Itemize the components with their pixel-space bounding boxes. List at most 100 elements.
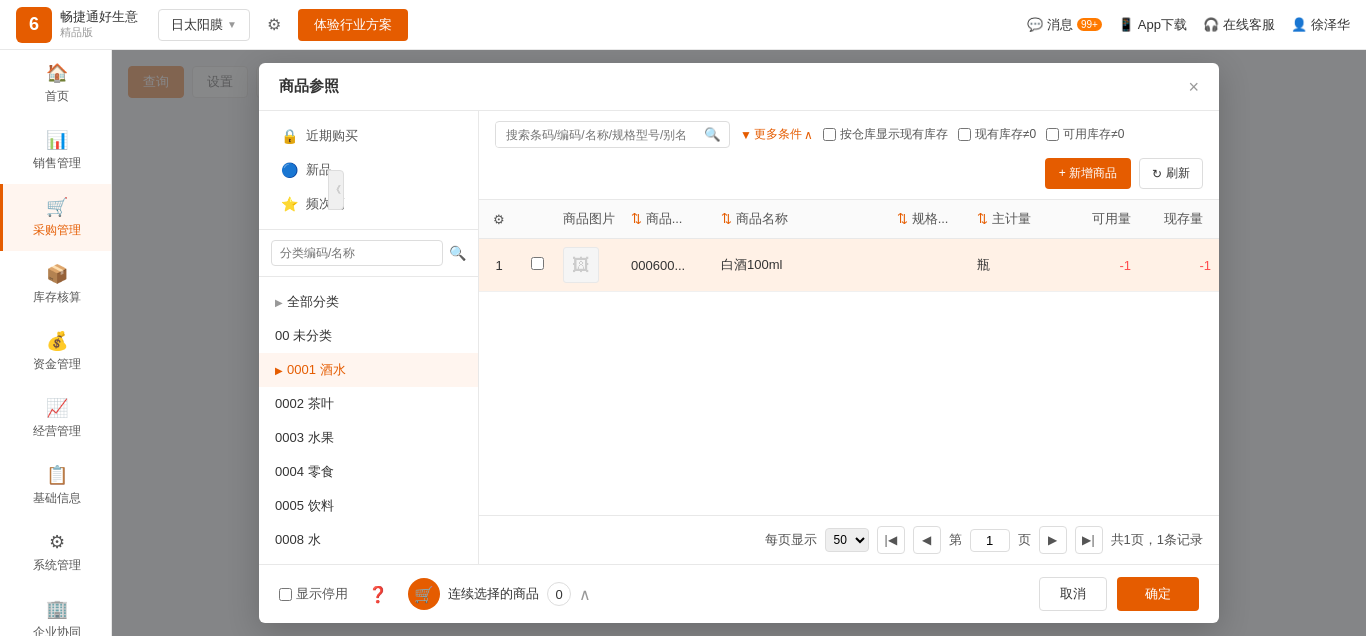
warehouse-stock-checkbox[interactable]: 按仓库显示现有库存 xyxy=(823,126,948,143)
user-profile[interactable]: 👤 徐泽华 xyxy=(1291,16,1350,34)
prev-page-button[interactable]: ◀ xyxy=(913,526,941,554)
cancel-button[interactable]: 取消 xyxy=(1039,577,1107,611)
more-filter-button[interactable]: ▼ 更多条件 ∧ xyxy=(740,126,813,143)
code-column-header[interactable]: ⇅ 商品... xyxy=(623,200,713,239)
category-item-fruit[interactable]: 0003 水果 xyxy=(259,421,478,455)
store-selector[interactable]: 日太阳膜 ▼ xyxy=(158,9,250,41)
settings-column-header[interactable]: ⚙ xyxy=(479,200,519,239)
sidebar-item-enterprise[interactable]: 🏢 企业协同 xyxy=(0,586,111,636)
refresh-button[interactable]: ↻ 刷新 xyxy=(1139,158,1203,189)
action-buttons: + 新增商品 ↻ 刷新 xyxy=(1045,158,1203,189)
content-area: 查询 设置 刷新 商品参照 × 🔒 xyxy=(112,50,1366,636)
page-label: 第 xyxy=(949,531,962,549)
cart-icon[interactable]: 🛒 xyxy=(408,578,440,610)
pagination-bar: 每页显示 50 |◀ ◀ 第 页 ▶ ▶| 共1页，1条记录 xyxy=(479,515,1219,564)
filter-bar: 🔍 ▼ 更多条件 ∧ 按仓库显示现有库存 xyxy=(479,111,1219,200)
logo-text: 畅捷通好生意 精品版 xyxy=(60,9,138,41)
first-page-button[interactable]: |◀ xyxy=(877,526,905,554)
sidebar-item-basic[interactable]: 📋 基础信息 xyxy=(0,452,111,519)
chevron-down-icon: ▼ xyxy=(227,19,237,30)
available-column-header: 可用量 xyxy=(1049,200,1139,239)
refresh-icon: ↻ xyxy=(1152,167,1162,181)
name-column-header[interactable]: ⇅ 商品名称 xyxy=(713,200,889,239)
app-download-button[interactable]: 📱 App下载 xyxy=(1118,16,1187,34)
product-table: ⚙ 商品图片 ⇅ 商品... xyxy=(479,200,1219,292)
avatar: 👤 xyxy=(1291,17,1307,32)
sidebar-item-finance[interactable]: 💰 资金管理 xyxy=(0,318,111,385)
settings-icon[interactable]: ⚙ xyxy=(258,9,290,41)
page-suffix: 页 xyxy=(1018,531,1031,549)
show-disabled-checkbox[interactable]: 显示停用 xyxy=(279,585,348,603)
high-frequency-tab[interactable]: ⭐ 频次高 xyxy=(271,189,466,219)
sidebar-item-sales[interactable]: 📊 销售管理 xyxy=(0,117,111,184)
category-search-icon[interactable]: 🔍 xyxy=(449,245,466,261)
modal-header: 商品参照 × xyxy=(259,63,1219,111)
unit-column-header[interactable]: ⇅ 主计量 xyxy=(969,200,1049,239)
sort-icon2: ⇅ xyxy=(721,211,732,226)
row-spec xyxy=(889,239,969,292)
collapse-cart-icon[interactable]: ∧ xyxy=(579,585,591,604)
spec-column-header[interactable]: ⇅ 规格... xyxy=(889,200,969,239)
modal-close-button[interactable]: × xyxy=(1188,78,1199,96)
nonzero-stock-checkbox[interactable]: 现有库存≠0 xyxy=(958,126,1036,143)
recent-purchase-tab[interactable]: 🔒 近期购买 xyxy=(271,121,466,151)
messages-button[interactable]: 💬 消息 99+ xyxy=(1027,16,1102,34)
product-search-input[interactable] xyxy=(496,123,696,147)
category-item-beverage[interactable]: 0005 饮料 xyxy=(259,489,478,523)
sidebar-item-operations[interactable]: 📈 经营管理 xyxy=(0,385,111,452)
cart-area: 🛒 连续选择的商品 0 ∧ xyxy=(408,578,591,610)
chevron-up-icon: ∧ xyxy=(804,128,813,142)
row-available: -1 xyxy=(1049,239,1139,292)
logo-icon: 6 xyxy=(16,7,52,43)
row-unit: 瓶 xyxy=(969,239,1049,292)
sidebar-item-inventory[interactable]: 📦 库存核算 xyxy=(0,251,111,318)
category-item-appliance[interactable]: 0010 家电 xyxy=(259,557,478,564)
left-panel: 🔒 近期购买 🔵 新品 ⭐ 频次高 xyxy=(259,111,479,564)
category-search-input[interactable] xyxy=(271,240,443,266)
category-item-tea[interactable]: 0002 茶叶 xyxy=(259,387,478,421)
help-icon[interactable]: ❓ xyxy=(368,585,388,604)
row-stock: -1 xyxy=(1139,239,1219,292)
total-info: 共1页，1条记录 xyxy=(1111,531,1203,549)
add-product-button[interactable]: + 新增商品 xyxy=(1045,158,1131,189)
sidebar-item-system[interactable]: ⚙ 系统管理 xyxy=(0,519,111,586)
last-page-button[interactable]: ▶| xyxy=(1075,526,1103,554)
category-item-water[interactable]: 0008 水 xyxy=(259,523,478,557)
category-item-all[interactable]: ▶ 全部分类 xyxy=(259,285,478,319)
cart-label: 连续选择的商品 xyxy=(448,585,539,603)
sales-icon: 📊 xyxy=(46,129,68,151)
footer-actions: 取消 确定 xyxy=(1039,577,1199,611)
row-checkbox[interactable] xyxy=(519,239,555,292)
headset-icon: 🎧 xyxy=(1203,17,1219,32)
sort-icon: ⇅ xyxy=(631,211,642,226)
page-size-select[interactable]: 50 xyxy=(825,528,869,552)
row-name: 白酒100ml xyxy=(713,239,889,292)
product-search-button[interactable]: 🔍 xyxy=(696,122,729,147)
modal-body: 🔒 近期购买 🔵 新品 ⭐ 频次高 xyxy=(259,111,1219,564)
system-icon: ⚙ xyxy=(49,531,65,553)
category-item-uncategorized[interactable]: 00 未分类 xyxy=(259,319,478,353)
category-list: ▶ 全部分类 00 未分类 ▶ 0001 酒水 0002 茶 xyxy=(259,277,478,564)
nonzero-available-checkbox[interactable]: 可用库存≠0 xyxy=(1046,126,1124,143)
page-number-input[interactable] xyxy=(970,529,1010,552)
sidebar-item-home[interactable]: 🏠 首页 xyxy=(0,50,111,117)
image-column-header: 商品图片 xyxy=(555,200,623,239)
new-product-tab[interactable]: 🔵 新品 xyxy=(271,155,466,185)
stock-column-header: 现存量 xyxy=(1139,200,1219,239)
confirm-button[interactable]: 确定 xyxy=(1117,577,1199,611)
category-item-liquor[interactable]: ▶ 0001 酒水 xyxy=(259,353,478,387)
sidebar-item-purchase[interactable]: 🛒 采购管理 xyxy=(0,184,111,251)
experience-button[interactable]: 体验行业方案 xyxy=(298,9,408,41)
row-image: 🖼 xyxy=(555,239,623,292)
modal-footer: 显示停用 ❓ 🛒 连续选择的商品 0 ∧ 取消 确定 xyxy=(259,564,1219,623)
product-reference-modal: 商品参照 × 🔒 近期购买 🔵 xyxy=(259,63,1219,623)
check-column-header xyxy=(519,200,555,239)
table-row[interactable]: 1 🖼 000600... xyxy=(479,239,1219,292)
quick-tabs: 🔒 近期购买 🔵 新品 ⭐ 频次高 xyxy=(259,111,478,230)
next-page-button[interactable]: ▶ xyxy=(1039,526,1067,554)
inventory-icon: 📦 xyxy=(46,263,68,285)
collapse-panel-button[interactable]: 《 xyxy=(328,170,344,210)
star-icon: ⭐ xyxy=(281,196,298,212)
category-item-snack[interactable]: 0004 零食 xyxy=(259,455,478,489)
online-service-button[interactable]: 🎧 在线客服 xyxy=(1203,16,1275,34)
